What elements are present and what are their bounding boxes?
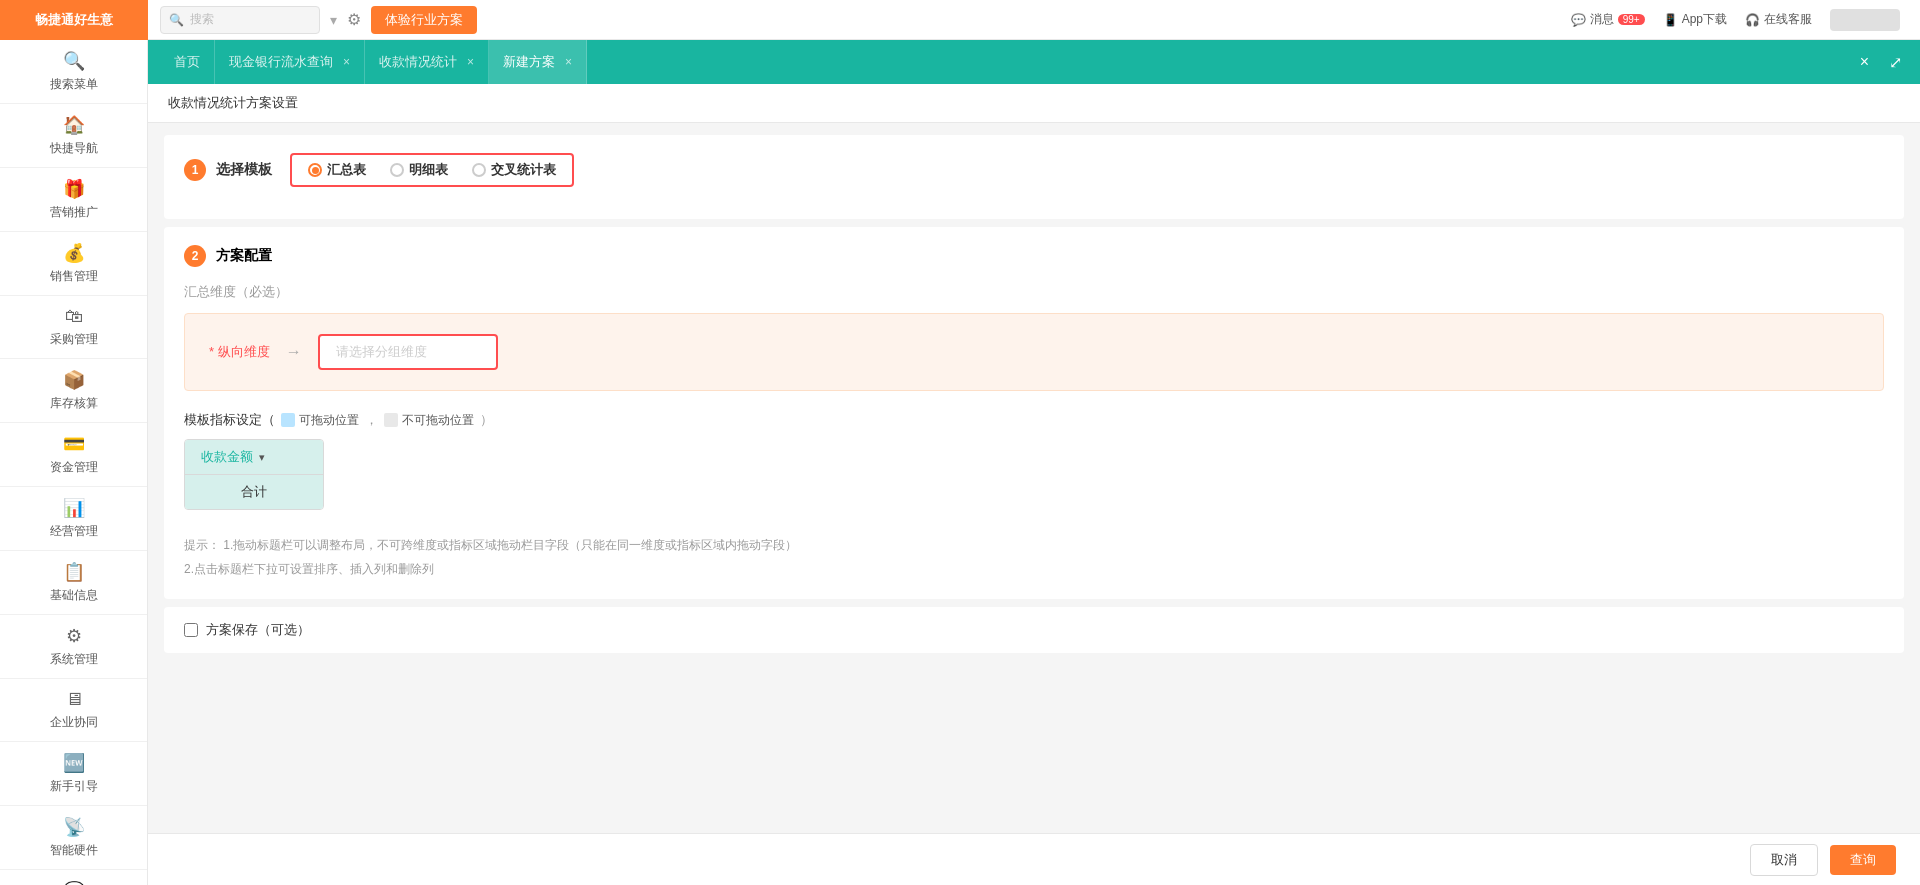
operations-icon: 📊	[63, 497, 85, 519]
sidebar-item-base-info[interactable]: 📋 基础信息	[0, 551, 147, 615]
tab-expand-btn[interactable]: ⤢	[1883, 53, 1908, 72]
radio-cross[interactable]: 交叉统计表	[472, 161, 556, 179]
tab-receipts-close[interactable]: ×	[467, 55, 474, 69]
tab-cashflow-close[interactable]: ×	[343, 55, 350, 69]
finance-icon: 💳	[63, 433, 85, 455]
legend-draggable: 可拖动位置	[281, 412, 359, 429]
save-label: 方案保存（可选）	[206, 621, 310, 639]
tab-cashflow[interactable]: 现金银行流水查询 ×	[215, 40, 365, 84]
dimension-area: * 纵向维度 → 请选择分组维度	[184, 313, 1884, 391]
sidebar: 🔍 搜索菜单 🏠 快捷导航 🎁 营销推广 💰 销售管理 🛍 采购管理 📦 库存核…	[0, 40, 148, 885]
sidebar-item-enterprise-coop[interactable]: 🖥 企业协同	[0, 679, 147, 742]
purchase-icon: 🛍	[65, 306, 83, 327]
radio-summary[interactable]: 汇总表	[308, 161, 366, 179]
sidebar-item-marketing[interactable]: 🎁 营销推广	[0, 168, 147, 232]
tips-section: 提示： 1.拖动标题栏可以调整布局，不可跨维度或指标区域拖动栏目字段（只能在同一…	[184, 533, 1884, 581]
tab-new-plan[interactable]: 新建方案 ×	[489, 40, 587, 84]
dropdown-icon[interactable]: ▾	[330, 12, 337, 28]
guide-icon: 🆕	[63, 752, 85, 774]
step2-num: 2	[184, 245, 206, 267]
arrow-icon: →	[286, 343, 302, 361]
query-button[interactable]: 查询	[1830, 845, 1896, 875]
page-header: 收款情况统计方案设置	[148, 84, 1920, 123]
step1-num: 1	[184, 159, 206, 181]
headset-icon: 🎧	[1745, 13, 1760, 27]
enterprise-wechat-icon: 💬	[63, 880, 85, 885]
page-title: 收款情况统计方案设置	[168, 95, 298, 110]
system-icon: ⚙	[66, 625, 82, 647]
base-info-icon: 📋	[63, 561, 85, 583]
indicator-title: 模板指标设定（	[184, 411, 275, 429]
cancel-button[interactable]: 取消	[1750, 844, 1818, 876]
sidebar-item-purchase[interactable]: 🛍 采购管理	[0, 296, 147, 359]
user-avatar	[1830, 9, 1900, 31]
sidebar-item-operations[interactable]: 📊 经营管理	[0, 487, 147, 551]
dimension-section: 汇总维度（必选） * 纵向维度 → 请选择分组维度 模板指标设定（	[184, 283, 1884, 581]
quick-nav-icon: 🏠	[63, 114, 85, 136]
dropdown-chevron-icon: ▾	[259, 451, 265, 464]
save-checkbox[interactable]	[184, 623, 198, 637]
template-radio-group: 汇总表 明细表 交叉统计表	[290, 153, 574, 187]
draggable-legend-box	[281, 413, 295, 427]
sidebar-item-finance[interactable]: 💳 资金管理	[0, 423, 147, 487]
legend-non-draggable: 不可拖动位置	[384, 412, 474, 429]
tab-close-btn[interactable]: ×	[1854, 53, 1875, 71]
search-menu-icon: 🔍	[63, 50, 85, 72]
download-icon: 📱	[1663, 13, 1678, 27]
marketing-icon: 🎁	[63, 178, 85, 200]
dimension-select[interactable]: 请选择分组维度	[318, 334, 498, 370]
smart-hw-icon: 📡	[63, 816, 85, 838]
download-btn[interactable]: 📱 App下载	[1663, 11, 1727, 28]
indicator-section: 模板指标设定（ 可拖动位置 ， 不可拖动位置 ）	[184, 411, 1884, 581]
tab-new-plan-close[interactable]: ×	[565, 55, 572, 69]
step2-label: 方案配置	[216, 247, 272, 265]
app-logo: 畅捷通好生意	[0, 0, 148, 40]
sidebar-item-guide[interactable]: 🆕 新手引导	[0, 742, 147, 806]
indicator-header[interactable]: 收款金额 ▾	[185, 440, 323, 475]
sidebar-item-smart-hw[interactable]: 📡 智能硬件	[0, 806, 147, 870]
message-icon: 💬	[1571, 13, 1586, 27]
service-btn[interactable]: 🎧 在线客服	[1745, 11, 1812, 28]
trial-button[interactable]: 体验行业方案	[371, 6, 477, 34]
step2-card: 2 方案配置 汇总维度（必选） * 纵向维度 → 请选择分组维度	[164, 227, 1904, 599]
sales-icon: 💰	[63, 242, 85, 264]
badge: 99+	[1618, 14, 1645, 25]
page-footer: 取消 查询	[148, 833, 1920, 885]
page-content: 收款情况统计方案设置 1 选择模板 汇总表 明细表	[148, 84, 1920, 833]
tab-bar: 首页 现金银行流水查询 × 收款情况统计 × 新建方案 × × ⤢	[148, 40, 1920, 84]
sidebar-item-quick-nav[interactable]: 🏠 快捷导航	[0, 104, 147, 168]
sidebar-item-search-menu[interactable]: 🔍 搜索菜单	[0, 40, 147, 104]
step1-label: 选择模板	[216, 161, 272, 179]
message-btn[interactable]: 💬 消息 99+	[1571, 11, 1645, 28]
step1-card: 1 选择模板 汇总表 明细表 交	[164, 135, 1904, 219]
non-draggable-legend-box	[384, 413, 398, 427]
save-section: 方案保存（可选）	[164, 607, 1904, 653]
inventory-icon: 📦	[63, 369, 85, 391]
sidebar-item-inventory[interactable]: 📦 库存核算	[0, 359, 147, 423]
search-input-box[interactable]: 🔍 搜索	[160, 6, 320, 34]
settings-icon[interactable]: ⚙	[347, 10, 361, 29]
sidebar-item-enterprise-wechat[interactable]: 💬 企业微信	[0, 870, 147, 885]
enterprise-coop-icon: 🖥	[65, 689, 83, 710]
radio-detail[interactable]: 明细表	[390, 161, 448, 179]
sidebar-item-system[interactable]: ⚙ 系统管理	[0, 615, 147, 679]
search-icon: 🔍	[169, 13, 184, 27]
vertical-label: * 纵向维度	[209, 343, 270, 361]
tab-home[interactable]: 首页	[160, 40, 215, 84]
tab-receipts[interactable]: 收款情况统计 ×	[365, 40, 489, 84]
sidebar-item-sales[interactable]: 💰 销售管理	[0, 232, 147, 296]
indicator-cell: 合计	[185, 475, 323, 509]
indicator-table: 收款金额 ▾ 合计	[184, 439, 324, 510]
